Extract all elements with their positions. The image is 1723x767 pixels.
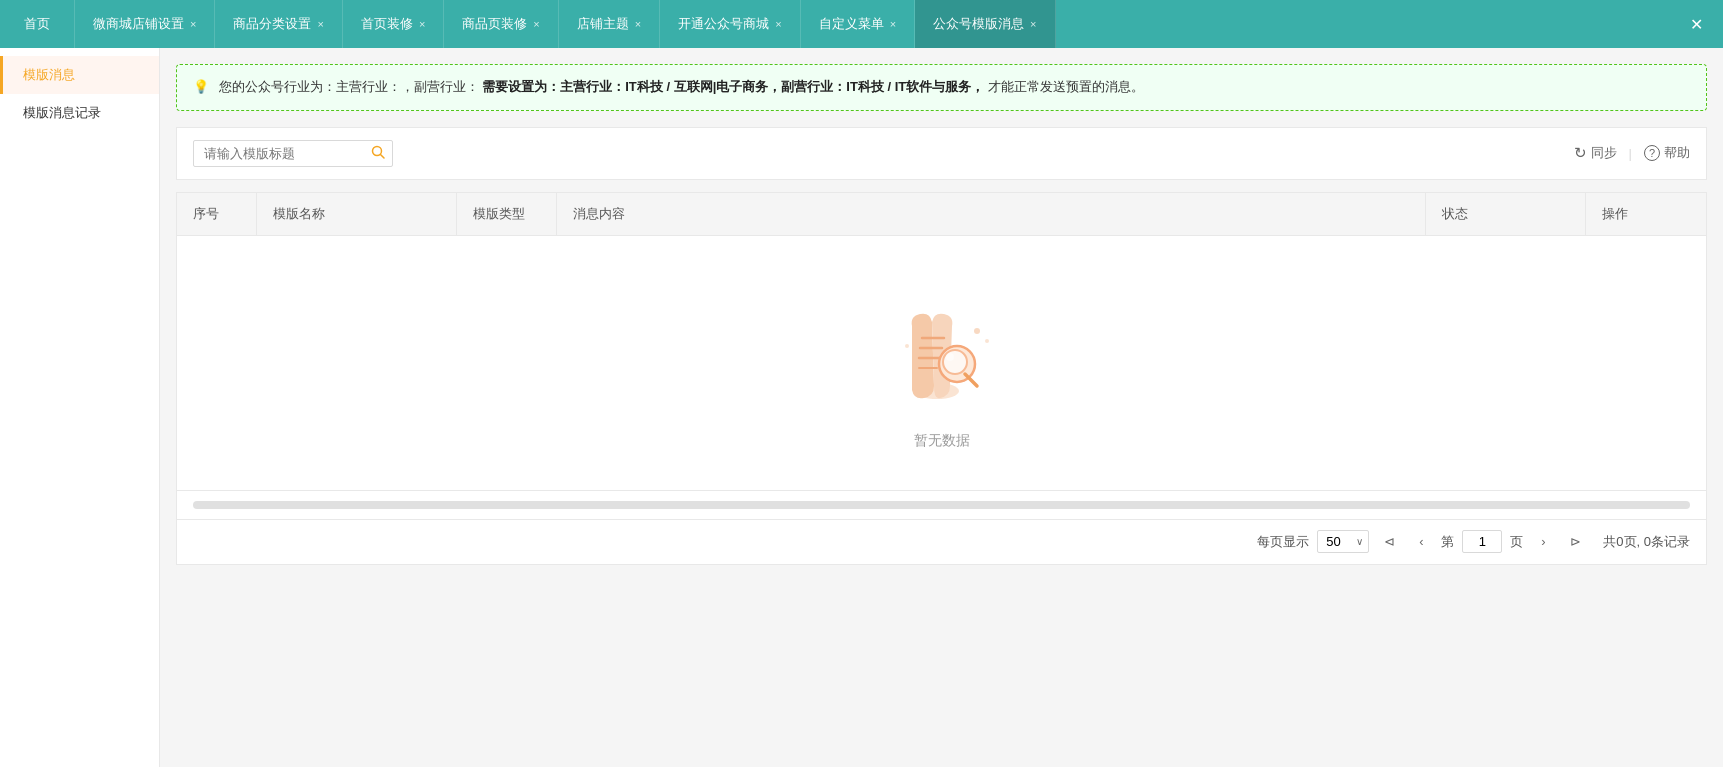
nav-tab-category[interactable]: 商品分类设置× [215, 0, 342, 48]
col-header-type: 模版类型 [457, 193, 557, 235]
pagination: 每页显示 50 10 20 100 ⊲ ‹ 第 页 › ⊳ 共0页, 0条记录 [177, 519, 1706, 564]
nav-tab-close-mall[interactable]: × [775, 18, 781, 30]
page-label: 第 [1441, 533, 1454, 551]
empty-text: 暂无数据 [914, 432, 970, 450]
page-total: 共0页, 0条记录 [1603, 533, 1690, 551]
sync-label: 同步 [1591, 144, 1617, 162]
global-close-button[interactable]: ✕ [1670, 0, 1723, 48]
page-first-button[interactable]: ⊲ [1377, 530, 1401, 554]
nav-tab-menu[interactable]: 自定义菜单× [801, 0, 915, 48]
nav-tab-close-product[interactable]: × [533, 18, 539, 30]
page-next-button[interactable]: › [1531, 530, 1555, 554]
page-size-select-wrap: 50 10 20 100 [1317, 530, 1369, 553]
search-input[interactable] [193, 140, 393, 167]
data-table: 序号 模版名称 模版类型 消息内容 状态 操作 [176, 192, 1707, 565]
empty-state: 暂无数据 [177, 236, 1706, 490]
scroll-track[interactable] [193, 501, 1690, 509]
svg-point-8 [943, 350, 967, 374]
page-prev-button[interactable]: ‹ [1409, 530, 1433, 554]
col-header-index: 序号 [177, 193, 257, 235]
empty-icon [882, 296, 1002, 416]
notice-suffix: 才能正常发送预置的消息。 [988, 79, 1144, 94]
page-unit: 页 [1510, 533, 1523, 551]
help-icon: ? [1644, 145, 1660, 161]
search-bar: ↻ 同步 | ? 帮助 [176, 127, 1707, 180]
sync-button[interactable]: ↻ 同步 [1574, 144, 1617, 162]
scrollbar-area [177, 490, 1706, 519]
nav-tab-homepage[interactable]: 首页装修× [343, 0, 444, 48]
content-area: 💡 您的公众号行业为：主营行业：，副营行业： 需要设置为：主营行业：IT科技 /… [160, 48, 1723, 767]
top-nav: 首页微商城店铺设置×商品分类设置×首页装修×商品页装修×店铺主题×开通公众号商城… [0, 0, 1723, 48]
nav-tab-close-theme[interactable]: × [635, 18, 641, 30]
nav-tab-mall[interactable]: 开通公众号商城× [660, 0, 800, 48]
sidebar-item-template-log[interactable]: 模版消息记录 [0, 94, 159, 132]
col-header-action: 操作 [1586, 193, 1706, 235]
search-right: ↻ 同步 | ? 帮助 [1574, 144, 1690, 162]
notice-prefix: 您的公众号行业为：主营行业：，副营行业： [219, 79, 479, 94]
page-last-button[interactable]: ⊳ [1563, 530, 1587, 554]
svg-line-1 [381, 154, 385, 158]
nav-tab-close-menu[interactable]: × [890, 18, 896, 30]
nav-tab-close-homepage[interactable]: × [419, 18, 425, 30]
search-left [193, 140, 393, 167]
nav-tab-close-weshop[interactable]: × [190, 18, 196, 30]
notice-banner: 💡 您的公众号行业为：主营行业：，副营行业： 需要设置为：主营行业：IT科技 /… [176, 64, 1707, 111]
search-input-wrap [193, 140, 393, 167]
nav-tab-product[interactable]: 商品页装修× [444, 0, 558, 48]
sync-icon: ↻ [1574, 144, 1587, 162]
svg-point-12 [985, 339, 989, 343]
col-header-name: 模版名称 [257, 193, 457, 235]
nav-tab-home[interactable]: 首页 [0, 0, 75, 48]
divider: | [1629, 146, 1632, 161]
svg-point-11 [974, 328, 980, 334]
nav-tab-weshop[interactable]: 微商城店铺设置× [75, 0, 215, 48]
sidebar: 模版消息模版消息记录 [0, 48, 160, 767]
main-layout: 模版消息模版消息记录 💡 您的公众号行业为：主营行业：，副营行业： 需要设置为：… [0, 48, 1723, 767]
nav-tab-template[interactable]: 公众号模版消息× [915, 0, 1055, 48]
col-header-status: 状态 [1426, 193, 1586, 235]
nav-tab-close-template[interactable]: × [1030, 18, 1036, 30]
page-input[interactable] [1462, 530, 1502, 553]
notice-highlight: 需要设置为：主营行业：IT科技 / 互联网|电子商务，副营行业：IT科技 / I… [482, 79, 984, 94]
page-size-select[interactable]: 50 10 20 100 [1317, 530, 1369, 553]
page-size-label: 每页显示 [1257, 533, 1309, 551]
search-icon-button[interactable] [371, 145, 385, 162]
sidebar-item-template-msg[interactable]: 模版消息 [0, 56, 159, 94]
col-header-content: 消息内容 [557, 193, 1426, 235]
svg-point-10 [946, 353, 954, 361]
nav-tab-close-category[interactable]: × [317, 18, 323, 30]
svg-point-13 [905, 344, 909, 348]
help-button[interactable]: ? 帮助 [1644, 144, 1690, 162]
table-header: 序号 模版名称 模版类型 消息内容 状态 操作 [177, 193, 1706, 236]
notice-icon: 💡 [193, 77, 209, 98]
help-label: 帮助 [1664, 144, 1690, 162]
nav-tab-theme[interactable]: 店铺主题× [559, 0, 660, 48]
